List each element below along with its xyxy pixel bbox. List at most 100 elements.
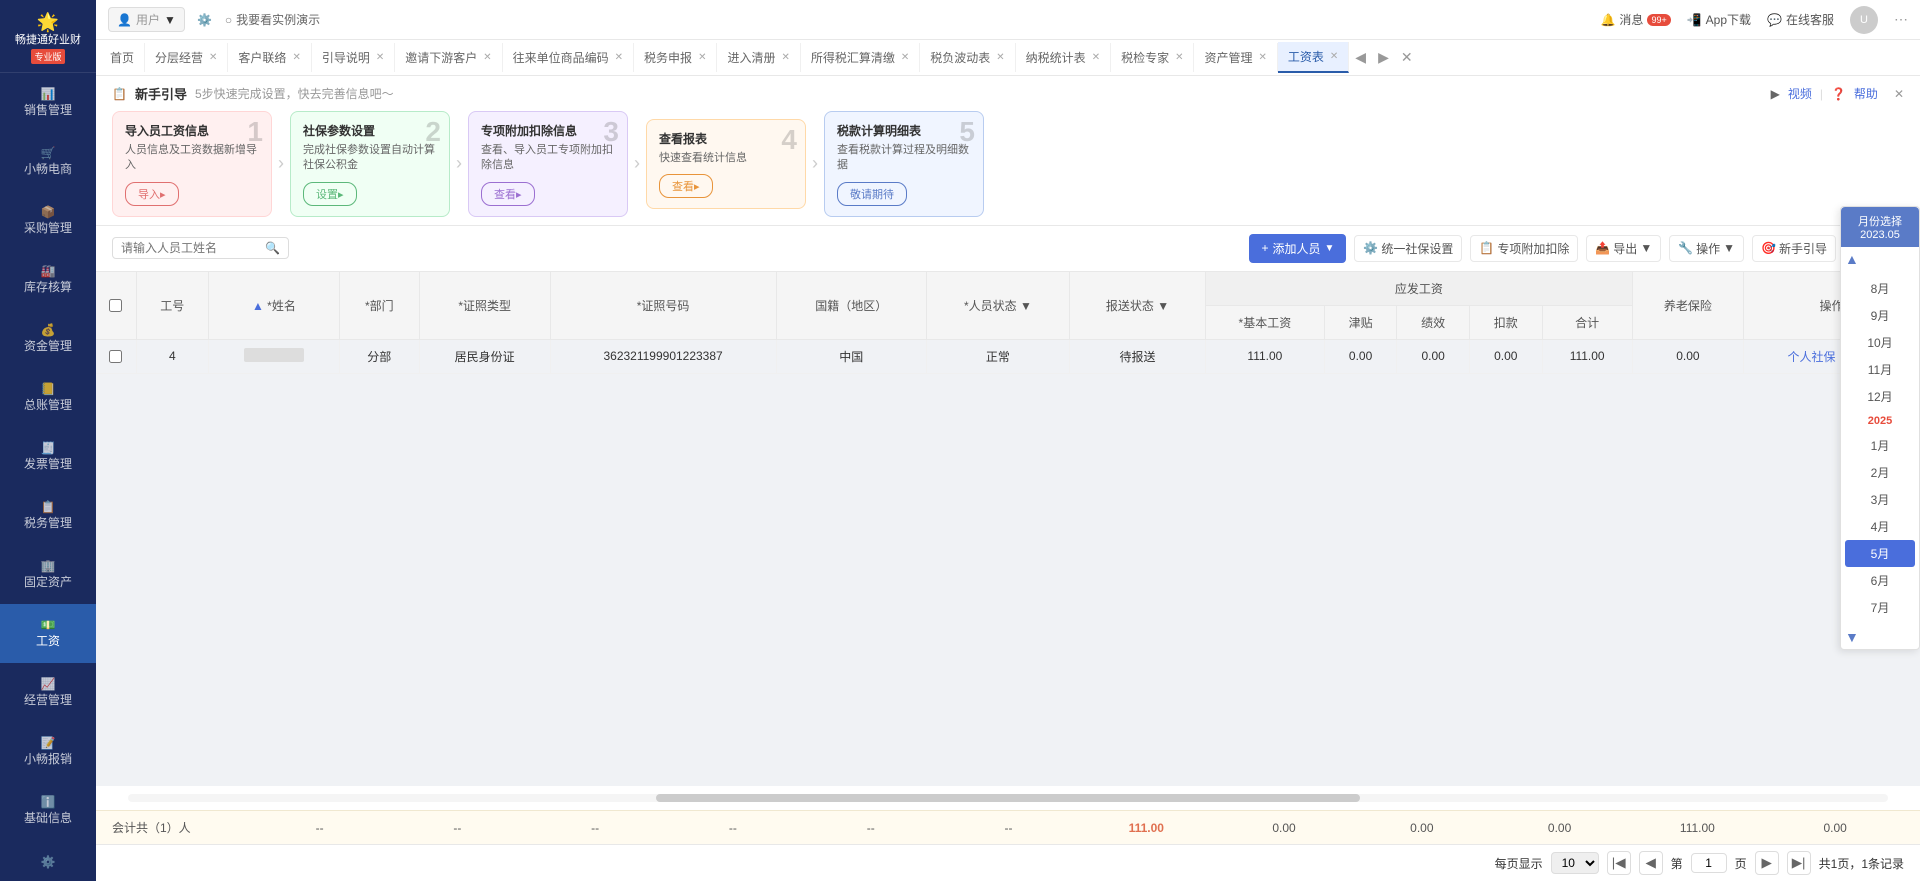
newguide-btn[interactable]: 🎯 新手引导 [1752, 235, 1836, 262]
tab-tax-expert[interactable]: 税检专家 ✕ [1111, 43, 1194, 72]
step-3-btn[interactable]: 查看▸ [481, 182, 535, 206]
tab-product-code-close[interactable]: ✕ [615, 52, 623, 63]
sidebar-item-tax[interactable]: 📋 税务管理 [0, 486, 96, 545]
settings-gear-icon: ⚙️ [41, 855, 56, 869]
settings-btn[interactable]: ⚙️ [193, 8, 217, 32]
social-security-settings-btn[interactable]: ⚙️ 统一社保设置 [1354, 235, 1462, 262]
month-item-8[interactable]: 8月 [1845, 275, 1915, 302]
page-input[interactable] [1691, 853, 1727, 873]
month-item-7[interactable]: 7月 [1845, 594, 1915, 621]
sidebar-item-purchase[interactable]: 📦 采购管理 [0, 191, 96, 250]
sidebar-item-ecommerce[interactable]: 🛒 小畅电商 [0, 132, 96, 191]
page-prev-btn[interactable]: ◀ [1639, 851, 1663, 875]
page-next-btn[interactable]: ▶ [1755, 851, 1779, 875]
tab-layered-ops[interactable]: 分层经营 ✕ [145, 43, 228, 72]
tab-income-tax[interactable]: 所得税汇算清缴 ✕ [801, 43, 920, 72]
tab-prev-btn[interactable]: ◀ [1349, 45, 1372, 70]
step-1-btn[interactable]: 导入▸ [125, 182, 179, 206]
operations-btn[interactable]: 🔧 操作 ▼ [1669, 235, 1744, 262]
tab-next-btn[interactable]: ▶ [1372, 45, 1395, 70]
user-selector[interactable]: 👤 用户 ▼ [108, 7, 185, 32]
tab-customer-contact-close[interactable]: ✕ [292, 52, 300, 63]
month-item-9[interactable]: 9月 [1845, 302, 1915, 329]
online-service-btn[interactable]: 💬 在线客服 [1767, 11, 1834, 28]
tab-tax-report-close[interactable]: ✕ [698, 52, 706, 63]
tab-tax-expert-close[interactable]: ✕ [1175, 52, 1183, 63]
search-input[interactable] [121, 241, 261, 255]
tab-asset-mgmt-close[interactable]: ✕ [1259, 52, 1267, 63]
tab-layered-ops-label: 分层经营 [155, 49, 203, 66]
tab-asset-mgmt[interactable]: 资产管理 ✕ [1194, 43, 1277, 72]
th-employee-id: 工号 [136, 272, 209, 340]
report-filter-icon[interactable]: ▼ [1157, 299, 1169, 313]
special-deduction-btn[interactable]: 📋 专项附加扣除 [1470, 235, 1578, 262]
capital-icon: 💰 [8, 323, 88, 337]
tab-tax-stats-close[interactable]: ✕ [1092, 52, 1100, 63]
month-item-12[interactable]: 12月 [1845, 383, 1915, 410]
tab-tax-stats[interactable]: 纳税统计表 ✕ [1016, 43, 1111, 72]
action-personal-insurance[interactable]: 个人社保 [1788, 350, 1836, 364]
tab-tax-fluctuation[interactable]: 税负波动表 ✕ [920, 43, 1015, 72]
month-item-1[interactable]: 1月 [1845, 432, 1915, 459]
tab-invite[interactable]: 邀请下游客户 ✕ [395, 43, 502, 72]
step-2-btn[interactable]: 设置▸ [303, 182, 357, 206]
export-btn[interactable]: 📤 导出 ▼ [1586, 235, 1661, 262]
sidebar-item-sales[interactable]: 📊 销售管理 [0, 73, 96, 132]
month-item-2[interactable]: 2月 [1845, 459, 1915, 486]
tab-income-tax-close[interactable]: ✕ [901, 52, 909, 63]
tab-payroll-close[interactable]: ✕ [1330, 51, 1338, 62]
month-item-11[interactable]: 11月 [1845, 356, 1915, 383]
sidebar-item-operations[interactable]: 📈 经营管理 [0, 663, 96, 722]
horizontal-scrollbar[interactable] [128, 794, 1888, 802]
step-5-btn[interactable]: 敬请期待 [837, 182, 907, 206]
add-person-button[interactable]: + 添加人员 ▼ [1249, 234, 1346, 263]
tab-invite-close[interactable]: ✕ [483, 52, 491, 63]
tab-layered-ops-close[interactable]: ✕ [209, 52, 217, 63]
tab-clearance-close[interactable]: ✕ [781, 52, 789, 63]
sidebar-item-payroll[interactable]: 💵 工资 [0, 604, 96, 663]
month-item-3[interactable]: 3月 [1845, 486, 1915, 513]
top-bar-left: 👤 用户 ▼ ⚙️ 我要看实例演示 [108, 7, 320, 32]
sidebar-item-expense[interactable]: 📝 小畅报销 [0, 722, 96, 781]
tab-tax-fluctuation-close[interactable]: ✕ [996, 52, 1004, 63]
app-download-btn[interactable]: 📲 App下载 [1687, 11, 1751, 28]
demo-link[interactable]: 我要看实例演示 [225, 11, 320, 28]
tab-product-code[interactable]: 往来单位商品编码 ✕ [503, 43, 634, 72]
tab-home[interactable]: 首页 [100, 43, 145, 72]
page-last-btn[interactable]: ▶| [1787, 851, 1811, 875]
month-item-6[interactable]: 6月 [1845, 567, 1915, 594]
sidebar-item-ledger[interactable]: 📒 总账管理 [0, 368, 96, 427]
sidebar-settings-btn[interactable]: ⚙️ [0, 843, 96, 881]
notification-btn[interactable]: 🔔 消息 99+ [1600, 11, 1670, 28]
user-options-btn[interactable]: ⋯ [1894, 11, 1908, 28]
sidebar-item-assets[interactable]: 🏢 固定资产 [0, 545, 96, 604]
page-first-btn[interactable]: |◀ [1607, 851, 1631, 875]
tab-guide-desc-close[interactable]: ✕ [376, 52, 384, 63]
row-select-checkbox[interactable] [109, 350, 122, 363]
month-next-btn[interactable]: ▼ [1845, 629, 1859, 645]
select-all-checkbox[interactable] [109, 299, 122, 312]
guide-video-link[interactable]: 视频 [1788, 85, 1812, 102]
month-prev-btn[interactable]: ▲ [1845, 251, 1859, 267]
tab-clearance[interactable]: 进入清册 ✕ [717, 43, 800, 72]
sidebar-item-invoice[interactable]: 🧾 发票管理 [0, 427, 96, 486]
guide-help-link[interactable]: 帮助 [1854, 85, 1878, 102]
sidebar-item-inventory[interactable]: 🏭 库存核算 [0, 250, 96, 309]
step-4-btn[interactable]: 查看▸ [659, 174, 713, 198]
table-scroll-area[interactable]: 工号 ▲ *姓名 *部门 *证照类型 *证照号码 国籍（地区） *人员状态 ▼ … [96, 272, 1920, 786]
month-item-4[interactable]: 4月 [1845, 513, 1915, 540]
tab-payroll[interactable]: 工资表 ✕ [1278, 42, 1349, 73]
month-item-5[interactable]: 5月 [1845, 540, 1915, 567]
sidebar-item-capital[interactable]: 💰 资金管理 [0, 309, 96, 368]
sidebar-item-basic[interactable]: ℹ️ 基础信息 [0, 781, 96, 840]
tab-customer-contact[interactable]: 客户联络 ✕ [228, 43, 311, 72]
tab-guide-desc[interactable]: 引导说明 ✕ [312, 43, 395, 72]
month-item-10[interactable]: 10月 [1845, 329, 1915, 356]
tab-close-all-btn[interactable]: ✕ [1395, 45, 1419, 70]
status-filter-icon[interactable]: ▼ [1020, 299, 1032, 313]
tab-tax-report[interactable]: 税务申报 ✕ [634, 43, 717, 72]
th-name[interactable]: ▲ *姓名 [209, 272, 340, 340]
user-avatar[interactable]: U [1850, 6, 1878, 34]
guide-close-icon[interactable]: ✕ [1894, 87, 1904, 101]
page-size-select[interactable]: 10 20 50 [1551, 852, 1599, 874]
